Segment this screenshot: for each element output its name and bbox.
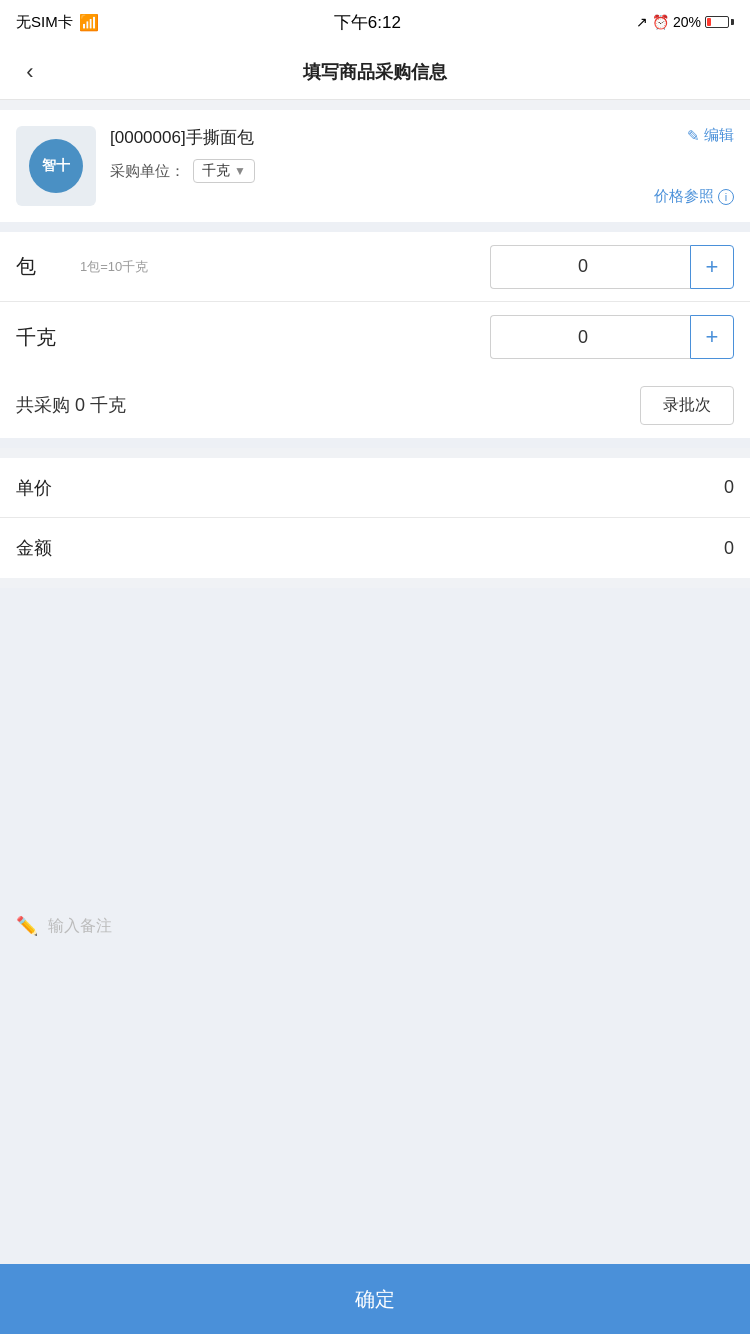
kg-plus-button[interactable]: + bbox=[690, 315, 734, 359]
logo-text: 智十 bbox=[42, 157, 70, 175]
product-logo: 智十 bbox=[29, 139, 83, 193]
summary-prefix: 共采购 bbox=[16, 395, 70, 415]
status-bar: 无SIM卡 📶 下午6:12 ↗ ⏰ 20% bbox=[0, 0, 750, 44]
product-info: [0000006]手撕面包 采购单位： 千克 ▼ bbox=[110, 126, 734, 183]
edit-label: 编辑 bbox=[704, 126, 734, 145]
price-ref-label: 价格参照 bbox=[654, 187, 714, 206]
product-image: 智十 bbox=[16, 126, 96, 206]
unit-price-row: 单价 0 bbox=[0, 458, 750, 518]
edit-icon: ✎ bbox=[687, 127, 700, 145]
kg-input-row: 千克 + bbox=[0, 302, 750, 372]
notes-section[interactable]: ✏️ 输入备注 bbox=[0, 588, 750, 1264]
status-right: ↗ ⏰ 20% bbox=[636, 14, 734, 30]
page-title: 填写商品采购信息 bbox=[303, 60, 447, 84]
status-time: 下午6:12 bbox=[334, 11, 401, 34]
kg-quantity-input[interactable] bbox=[490, 315, 690, 359]
battery-icon bbox=[705, 16, 734, 28]
product-unit-row: 采购单位： 千克 ▼ bbox=[110, 159, 734, 183]
back-button[interactable]: ‹ bbox=[0, 44, 60, 100]
info-icon: i bbox=[718, 189, 734, 205]
summary-text: 共采购 0 千克 bbox=[16, 393, 126, 417]
bao-label: 包 bbox=[16, 253, 76, 280]
bao-sublabel: 1包=10千克 bbox=[80, 258, 148, 276]
notes-placeholder: 输入备注 bbox=[48, 916, 112, 937]
bao-quantity-input[interactable] bbox=[490, 245, 690, 289]
amount-row: 金额 0 bbox=[0, 518, 750, 578]
unit-price-label: 单价 bbox=[16, 476, 52, 500]
battery-percent: 20% bbox=[673, 14, 701, 30]
back-icon: ‹ bbox=[26, 59, 33, 85]
bao-qty-wrapper: + bbox=[490, 245, 734, 289]
summary-qty-value: 0 bbox=[75, 395, 85, 415]
nav-bar: ‹ 填写商品采购信息 bbox=[0, 44, 750, 100]
bao-input-row: 包 1包=10千克 + bbox=[0, 232, 750, 302]
wifi-icon: 📶 bbox=[79, 13, 99, 32]
confirm-label: 确定 bbox=[355, 1286, 395, 1313]
unit-dropdown-icon: ▼ bbox=[234, 164, 246, 178]
amount-label: 金额 bbox=[16, 536, 52, 560]
price-ref-button[interactable]: 价格参照 i bbox=[654, 187, 734, 206]
product-card: 智十 [0000006]手撕面包 采购单位： 千克 ▼ ✎ 编辑 价格参照 i bbox=[0, 110, 750, 222]
section-separator-2 bbox=[0, 438, 750, 448]
carrier-text: 无SIM卡 bbox=[16, 13, 73, 32]
section-separator-1 bbox=[0, 222, 750, 232]
unit-label: 采购单位： bbox=[110, 162, 185, 181]
kg-label: 千克 bbox=[16, 324, 76, 351]
quantity-input-section: 包 1包=10千克 + 千克 + bbox=[0, 232, 750, 372]
info-section: 单价 0 金额 0 bbox=[0, 458, 750, 578]
summary-row: 共采购 0 千克 录批次 bbox=[0, 372, 750, 438]
product-name: [0000006]手撕面包 bbox=[110, 126, 734, 149]
kg-qty-wrapper: + bbox=[490, 315, 734, 359]
confirm-button[interactable]: 确定 bbox=[0, 1264, 750, 1334]
edit-button[interactable]: ✎ 编辑 bbox=[687, 126, 734, 145]
record-batch-button[interactable]: 录批次 bbox=[640, 386, 734, 425]
unit-value: 千克 bbox=[202, 162, 230, 180]
summary-unit-value: 千克 bbox=[90, 395, 126, 415]
bao-plus-button[interactable]: + bbox=[690, 245, 734, 289]
unit-price-value: 0 bbox=[724, 477, 734, 498]
location-icon: ↗ bbox=[636, 14, 648, 30]
unit-selector[interactable]: 千克 ▼ bbox=[193, 159, 255, 183]
alarm-icon: ⏰ bbox=[652, 14, 669, 30]
status-carrier: 无SIM卡 📶 bbox=[16, 13, 99, 32]
pencil-icon: ✏️ bbox=[16, 915, 38, 937]
amount-value: 0 bbox=[724, 538, 734, 559]
